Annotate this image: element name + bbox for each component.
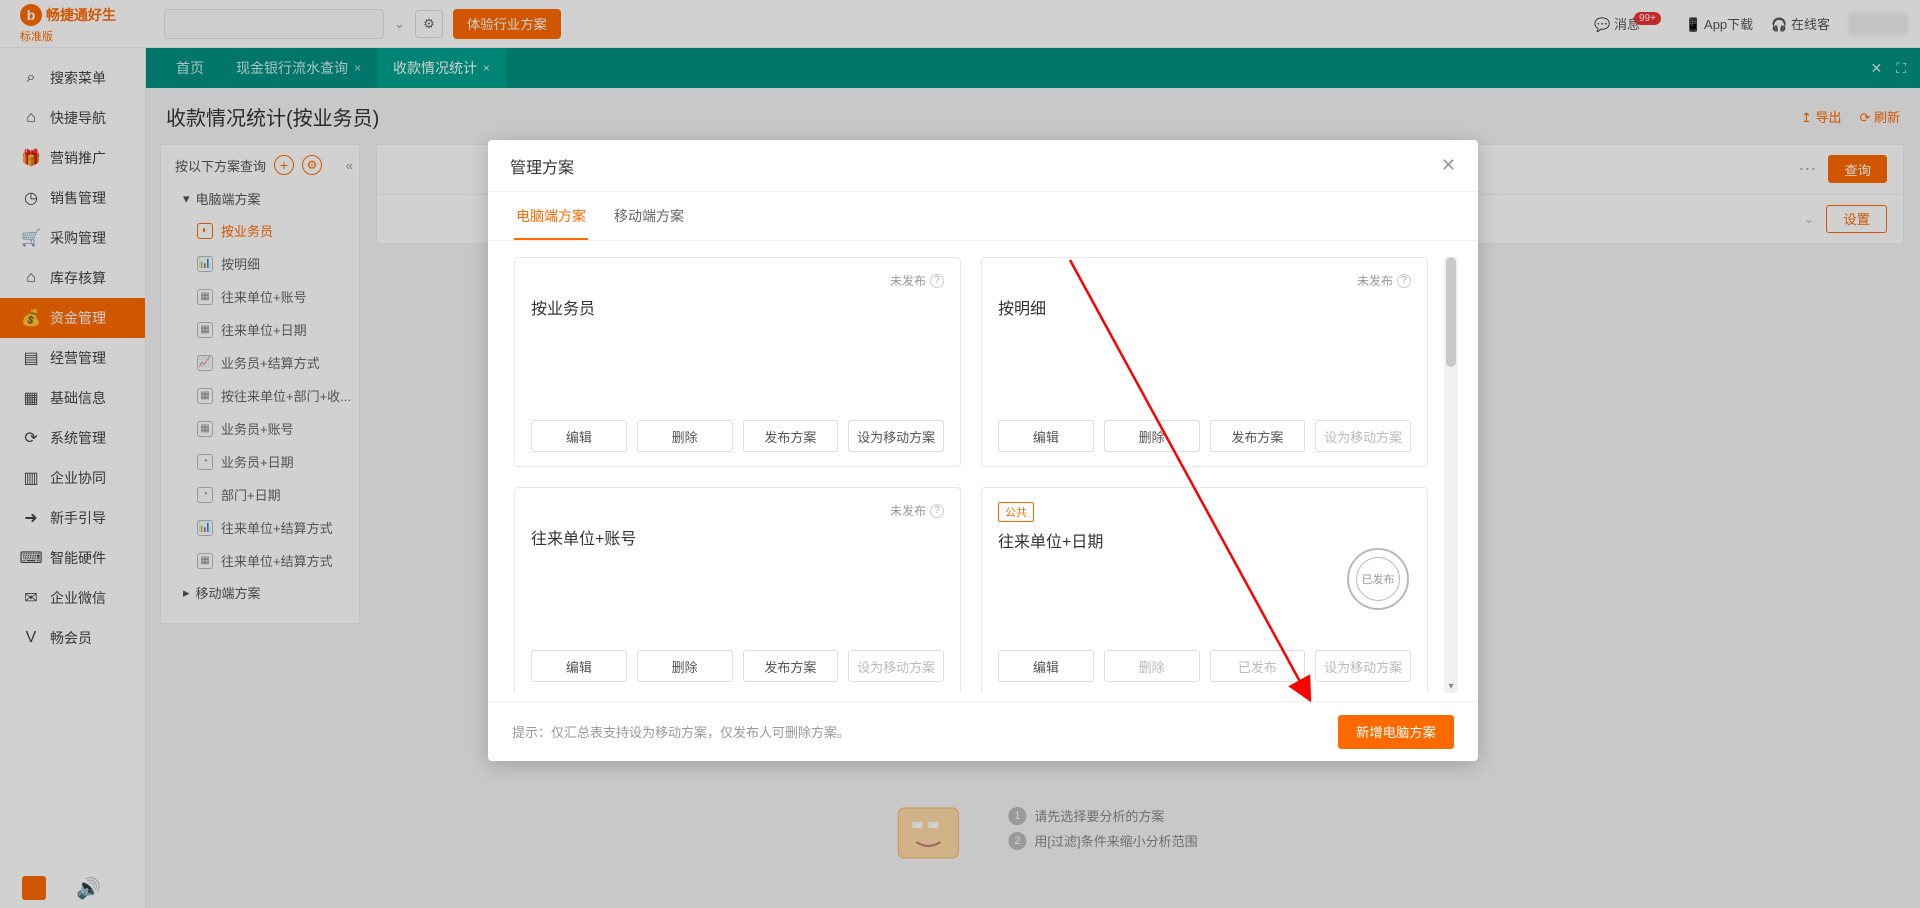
card-edit-button[interactable]: 编辑 xyxy=(531,650,627,682)
modal-tab-desktop[interactable]: 电脑端方案 xyxy=(514,206,588,240)
card-title: 往来单位+账号 xyxy=(531,525,944,549)
card-del-button[interactable]: 删除 xyxy=(1104,420,1200,452)
close-icon[interactable]: ✕ xyxy=(1441,155,1456,176)
help-icon[interactable]: ? xyxy=(930,274,944,288)
card-publish-button[interactable]: 发布方案 xyxy=(743,420,839,452)
card-del-button[interactable]: 删除 xyxy=(637,420,733,452)
card-status: 未发布 xyxy=(890,502,926,519)
card-setmobile-button[interactable]: 设为移动方案 xyxy=(848,420,944,452)
modal-tab-mobile[interactable]: 移动端方案 xyxy=(612,206,686,240)
card-edit-button[interactable]: 编辑 xyxy=(998,650,1094,682)
scheme-card-1: 未发布? 按明细编辑删除发布方案设为移动方案 xyxy=(981,257,1428,467)
card-title: 按明细 xyxy=(998,295,1411,319)
scrollbar[interactable]: ▾ xyxy=(1444,257,1458,693)
card-publish-button[interactable]: 发布方案 xyxy=(1210,420,1306,452)
card-published_disabled-button: 已发布 xyxy=(1210,650,1306,682)
card-del-button[interactable]: 删除 xyxy=(637,650,733,682)
modal-title: 管理方案 xyxy=(510,154,574,178)
card-edit-button[interactable]: 编辑 xyxy=(531,420,627,452)
scheme-card-3: 公共往来单位+日期已发布编辑删除已发布设为移动方案 xyxy=(981,487,1428,693)
card-edit-button[interactable]: 编辑 xyxy=(998,420,1094,452)
help-icon[interactable]: ? xyxy=(930,504,944,518)
published-stamp: 已发布 xyxy=(1347,548,1409,610)
modal-tip: 提示：仅汇总表支持设为移动方案，仅发布人可删除方案。 xyxy=(512,722,850,741)
card-publish-button[interactable]: 发布方案 xyxy=(743,650,839,682)
card-setmobile_disabled-button: 设为移动方案 xyxy=(848,650,944,682)
public-tag: 公共 xyxy=(998,502,1034,522)
card-setmobile_disabled-button: 设为移动方案 xyxy=(1315,420,1411,452)
card-status: 未发布 xyxy=(1357,272,1393,289)
manage-scheme-modal: 管理方案 ✕ 电脑端方案 移动端方案 未发布?按业务员编辑删除发布方案设为移动方… xyxy=(488,140,1478,761)
card-setmobile_disabled-button: 设为移动方案 xyxy=(1315,650,1411,682)
scheme-card-2: 未发布? 往来单位+账号编辑删除发布方案设为移动方案 xyxy=(514,487,961,693)
scheme-card-0: 未发布? 按业务员编辑删除发布方案设为移动方案 xyxy=(514,257,961,467)
card-del_disabled-button: 删除 xyxy=(1104,650,1200,682)
help-icon[interactable]: ? xyxy=(1397,274,1411,288)
scroll-down-icon[interactable]: ▾ xyxy=(1446,681,1456,691)
card-status: 未发布 xyxy=(890,272,926,289)
scroll-thumb[interactable] xyxy=(1446,257,1456,367)
add-desktop-scheme-button[interactable]: 新增电脑方案 xyxy=(1338,715,1454,749)
card-title: 按业务员 xyxy=(531,295,944,319)
modal-tabs: 电脑端方案 移动端方案 xyxy=(488,192,1478,241)
card-title: 往来单位+日期 xyxy=(998,528,1411,552)
